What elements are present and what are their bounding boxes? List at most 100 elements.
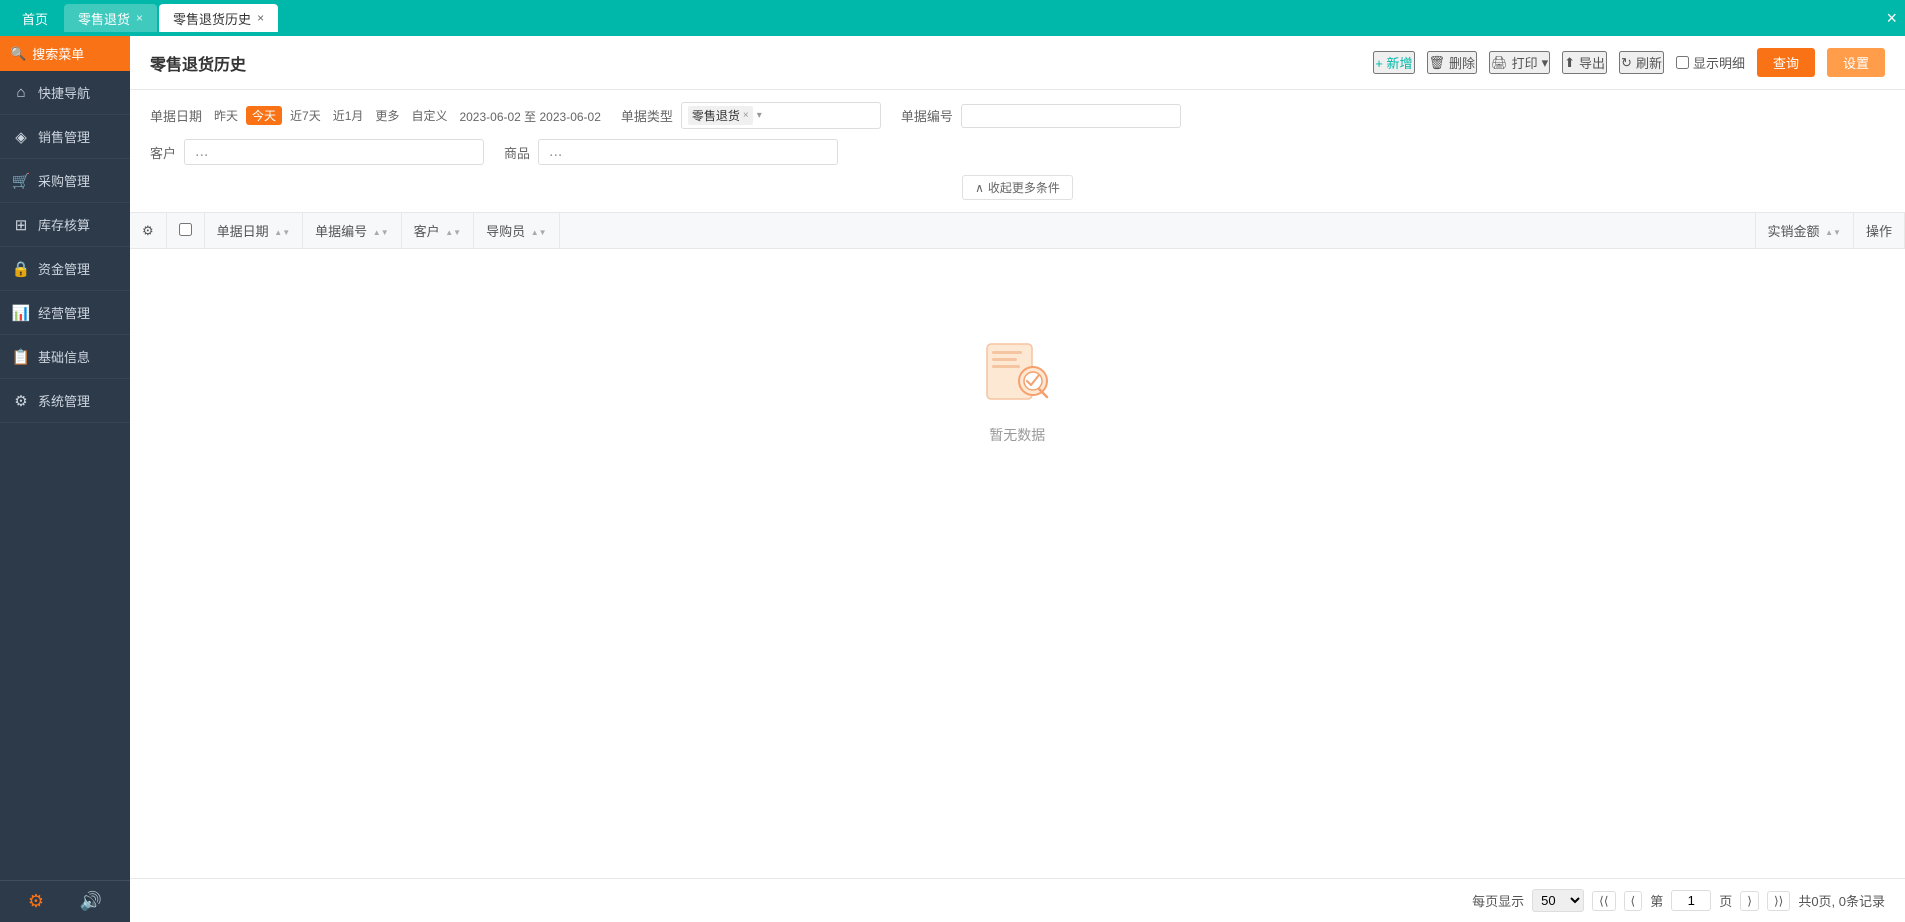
date-opt-today[interactable]: 今天: [246, 106, 282, 125]
bill-type-dropdown-arrow: ▾: [757, 110, 762, 121]
next-page-button[interactable]: ⟩: [1740, 891, 1759, 911]
goods-filter-group: 商品 ...: [504, 139, 838, 165]
bottom-speaker-icon[interactable]: 🔊: [80, 891, 102, 912]
th-spacer: [559, 213, 1755, 249]
table-area: ⚙ 单据日期 ▲▼ 单据编号 ▲▼ 客户: [130, 213, 1905, 878]
tab-home-label: 首页: [22, 9, 48, 28]
sidebar-item-purchase-label: 采购管理: [38, 171, 90, 190]
date-label: 单据日期: [150, 106, 202, 125]
sidebar-item-system-mgmt[interactable]: ⚙ 系统管理: [0, 379, 130, 423]
page-size-select[interactable]: 50 100 200: [1532, 889, 1584, 912]
bill-no-sort[interactable]: ▲▼: [373, 228, 389, 237]
sidebar-item-basic-info[interactable]: 📋 基础信息: [0, 335, 130, 379]
export-button[interactable]: ⬆ 导出: [1562, 51, 1607, 74]
main-layout: 🔍 搜索菜单 ⌂ 快捷导航 ◈ 销售管理 🛒 采购管理 ⊞ 库存核算 🔒 资: [0, 36, 1905, 922]
page-title: 零售退货历史: [150, 51, 1373, 75]
select-all-checkbox[interactable]: [179, 223, 192, 236]
print-dropdown-icon: ▾: [1542, 55, 1549, 71]
query-button[interactable]: 查询: [1757, 48, 1815, 77]
show-detail-checkbox[interactable]: [1676, 56, 1689, 69]
tab-bar-close[interactable]: ×: [1886, 8, 1897, 29]
sidebar-item-quick-nav[interactable]: ⌂ 快捷导航: [0, 71, 130, 115]
th-action: 操作: [1853, 213, 1904, 249]
last-page-button[interactable]: ⟩⟩: [1767, 891, 1790, 911]
filter-row-2: 客户 ... 商品 ...: [150, 139, 1885, 165]
customer-input[interactable]: ...: [184, 139, 484, 165]
date-opt-custom[interactable]: 自定义: [407, 106, 451, 125]
bill-type-tag-value: 零售退货: [692, 107, 740, 124]
tab-home[interactable]: 首页: [8, 4, 62, 32]
tab-bar: 首页 零售退货 × 零售退货历史 × ×: [0, 0, 1905, 36]
th-customer[interactable]: 客户 ▲▼: [401, 213, 473, 249]
sidebar-item-sales-mgmt[interactable]: ◈ 销售管理: [0, 115, 130, 159]
th-amount[interactable]: 实销金额 ▲▼: [1755, 213, 1853, 249]
tab-retail-return-close[interactable]: ×: [136, 11, 143, 25]
sidebar-item-purchase-mgmt[interactable]: 🛒 采购管理: [0, 159, 130, 203]
tab-retail-return-history-close[interactable]: ×: [257, 11, 264, 25]
sidebar-bottom: ⚙ 🔊: [0, 880, 130, 922]
goods-label: 商品: [504, 143, 530, 162]
page-label: 第: [1650, 891, 1663, 910]
header-actions: + 新增 🗑 删除 🖨 打印 ▾ ⬆ 导出 ↻ 刷新: [1373, 48, 1885, 77]
basic-info-icon: 📋: [12, 348, 30, 366]
filter-area: 单据日期 昨天 今天 近7天 近1月 更多 自定义 2023-06-02 至 2…: [130, 90, 1905, 213]
tab-retail-return[interactable]: 零售退货 ×: [64, 4, 157, 32]
guide-sort[interactable]: ▲▼: [531, 228, 547, 237]
delete-button[interactable]: 🗑 删除: [1427, 51, 1478, 74]
goods-ellipsis: ...: [545, 143, 566, 161]
bill-type-tag: 零售退货 ×: [688, 106, 753, 125]
show-detail-checkbox-label[interactable]: 显示明细: [1676, 53, 1745, 72]
prev-page-button[interactable]: ⟨: [1624, 891, 1643, 911]
page-unit: 页: [1719, 891, 1732, 910]
export-icon: ⬆: [1564, 55, 1575, 71]
sidebar-search-label: 搜索菜单: [32, 44, 84, 63]
amount-sort[interactable]: ▲▼: [1825, 228, 1841, 237]
page-size-label: 每页显示: [1472, 891, 1524, 910]
sidebar-item-finance[interactable]: 🔒 资金管理: [0, 247, 130, 291]
customer-filter-group: 客户 ...: [150, 139, 484, 165]
page-header: 零售退货历史 + 新增 🗑 删除 🖨 打印 ▾ ⬆ 导出 ↻: [130, 36, 1905, 90]
new-button[interactable]: + 新增: [1373, 51, 1414, 74]
date-opt-1month[interactable]: 近1月: [329, 106, 368, 125]
delete-icon: 🗑: [1429, 55, 1446, 71]
goods-input[interactable]: ...: [538, 139, 838, 165]
page-input[interactable]: [1671, 890, 1711, 911]
total-text: 共0页, 0条记录: [1798, 891, 1885, 910]
date-opt-7days[interactable]: 近7天: [286, 106, 325, 125]
collapse-button[interactable]: ∧ 收起更多条件: [962, 175, 1073, 200]
th-bill-date[interactable]: 单据日期 ▲▼: [204, 213, 302, 249]
first-page-button[interactable]: ⟨⟨: [1592, 891, 1615, 911]
date-opt-more[interactable]: 更多: [371, 106, 403, 125]
bill-type-label: 单据类型: [621, 106, 673, 125]
sidebar: 🔍 搜索菜单 ⌂ 快捷导航 ◈ 销售管理 🛒 采购管理 ⊞ 库存核算 🔒 资: [0, 36, 130, 922]
bottom-settings-icon[interactable]: ⚙: [28, 891, 44, 912]
bill-type-input[interactable]: 零售退货 × ▾: [681, 102, 881, 129]
setting-button[interactable]: 设置: [1827, 48, 1885, 77]
tab-retail-return-history[interactable]: 零售退货历史 ×: [159, 4, 278, 32]
th-settings[interactable]: ⚙: [130, 213, 166, 249]
sidebar-item-operation[interactable]: 📊 经营管理: [0, 291, 130, 335]
refresh-icon: ↻: [1621, 55, 1632, 71]
empty-text: 暂无数据: [989, 425, 1045, 445]
th-guide[interactable]: 导购员 ▲▼: [474, 213, 559, 249]
sidebar-search[interactable]: 🔍 搜索菜单: [0, 36, 130, 71]
bill-type-tag-close[interactable]: ×: [743, 110, 749, 121]
sidebar-item-sales-label: 销售管理: [38, 127, 90, 146]
th-checkbox[interactable]: [166, 213, 204, 249]
sidebar-item-inventory[interactable]: ⊞ 库存核算: [0, 203, 130, 247]
empty-icon: [977, 329, 1057, 409]
refresh-button[interactable]: ↻ 刷新: [1619, 51, 1664, 74]
purchase-icon: 🛒: [12, 172, 30, 190]
bill-date-sort[interactable]: ▲▼: [274, 228, 290, 237]
print-button[interactable]: 🖨 打印 ▾: [1489, 51, 1550, 74]
th-bill-no[interactable]: 单据编号 ▲▼: [303, 213, 401, 249]
sidebar-item-inventory-label: 库存核算: [38, 215, 90, 234]
sidebar-item-quick-nav-label: 快捷导航: [38, 83, 90, 102]
customer-sort[interactable]: ▲▼: [445, 228, 461, 237]
bill-no-input[interactable]: [961, 104, 1181, 128]
inventory-icon: ⊞: [12, 216, 30, 234]
date-range: 2023-06-02 至 2023-06-02: [459, 108, 600, 125]
date-filter-group: 单据日期 昨天 今天 近7天 近1月 更多 自定义 2023-06-02 至 2…: [150, 106, 601, 125]
customer-ellipsis: ...: [191, 143, 212, 161]
date-opt-yesterday[interactable]: 昨天: [210, 106, 242, 125]
